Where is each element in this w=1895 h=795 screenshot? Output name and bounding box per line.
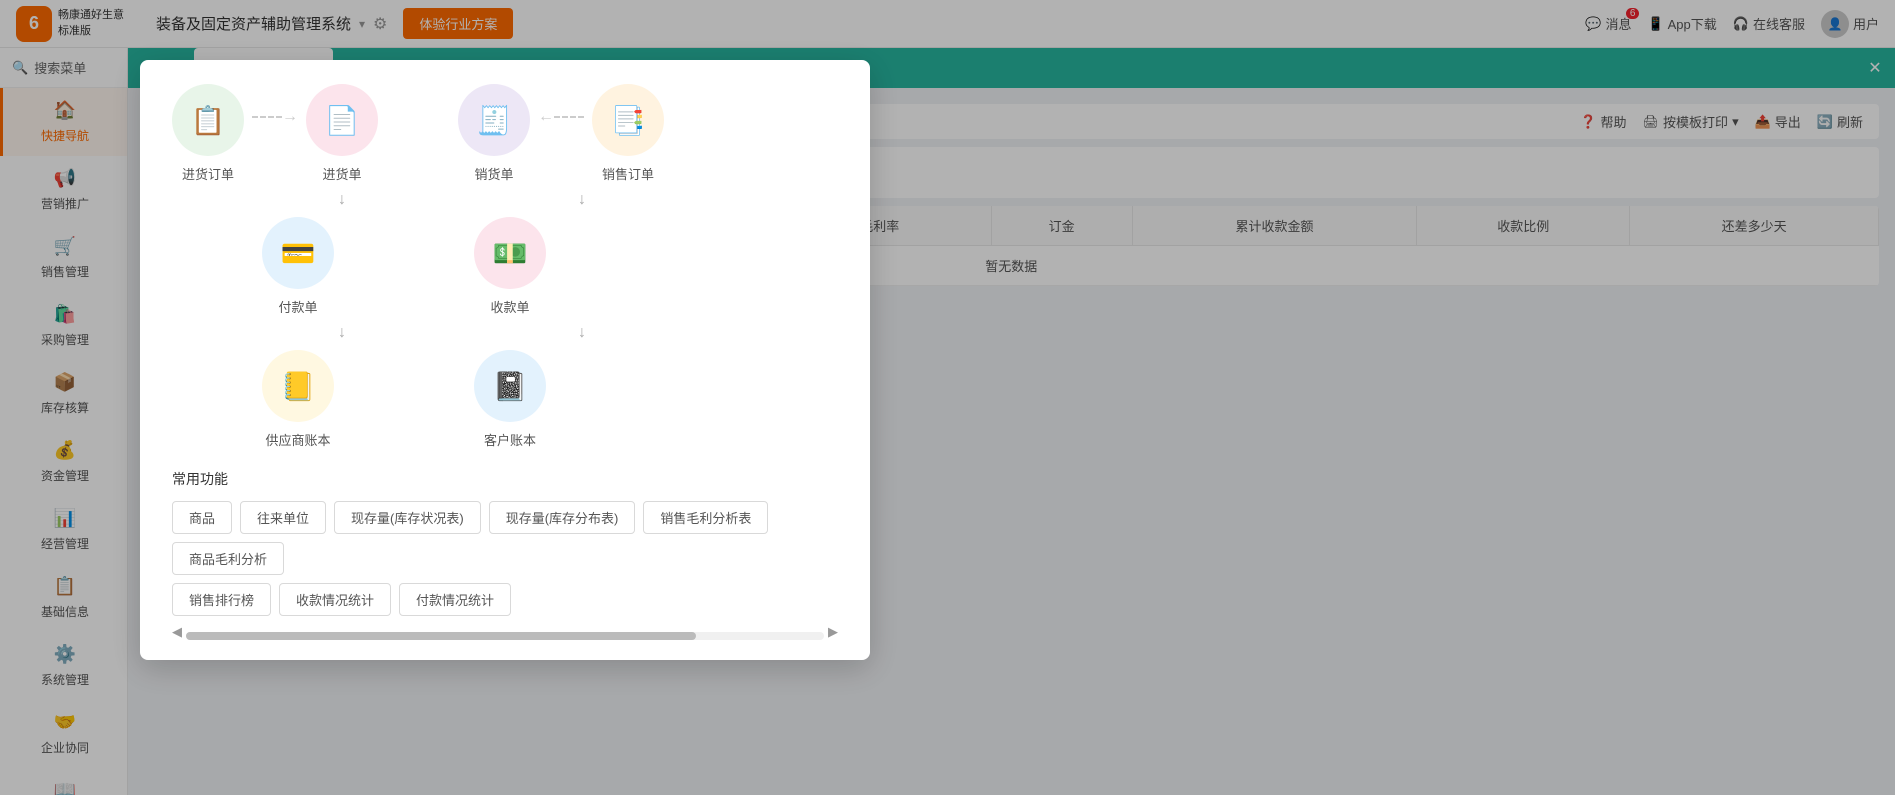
receipt-slip-icon: 💵 (493, 237, 528, 270)
purchase-order-icon: 📋 (191, 104, 226, 137)
modal-box: 📋 进货订单 → 📄 进货单 (140, 60, 870, 660)
flow-node-customer-ledger[interactable]: 📓 客户账本 (474, 350, 546, 449)
customer-ledger-label: 客户账本 (484, 430, 536, 449)
purchase-slip-icon: 📄 (325, 104, 360, 137)
supplier-ledger-label: 供应商账本 (265, 430, 330, 449)
common-btn-stock-status[interactable]: 现存量(库存状况表) (334, 501, 481, 534)
purchase-order-label: 进货订单 (182, 164, 234, 183)
supplier-ledger-icon: 📒 (281, 370, 316, 403)
flow-node-supplier-ledger[interactable]: 📒 供应商账本 (262, 350, 334, 449)
purchase-order-circle: 📋 (172, 84, 244, 156)
flow-node-payment-slip[interactable]: 💳 付款单 (262, 217, 334, 316)
common-btn-goods[interactable]: 商品 (172, 501, 232, 534)
scroll-left-arrow[interactable]: ◀ (172, 624, 182, 640)
sales-order-label: 销售订单 (602, 164, 654, 183)
common-btn-contacts[interactable]: 往来单位 (240, 501, 326, 534)
payment-slip-icon: 💳 (281, 237, 316, 270)
flow-node-purchase-slip[interactable]: 📄 进货单 (306, 84, 378, 183)
arrow-po-to-ps: → (252, 84, 298, 126)
customer-ledger-circle: 📓 (474, 350, 546, 422)
scrollbar-thumb (186, 632, 696, 640)
flow-node-receipt-slip[interactable]: 💵 收款单 (474, 217, 546, 316)
common-btns-row1: 商品 往来单位 现存量(库存状况表) 现存量(库存分布表) 销售毛利分析表 商品… (172, 501, 838, 575)
modal-scrollbar[interactable] (186, 632, 824, 640)
flow-diagram: 📋 进货订单 → 📄 进货单 (172, 84, 838, 449)
customer-ledger-icon: 📓 (493, 370, 528, 403)
receipt-slip-label: 收款单 (490, 297, 529, 316)
common-btns-row2: 销售排行榜 收款情况统计 付款情况统计 (172, 583, 838, 616)
scroll-right-arrow[interactable]: ▶ (828, 624, 838, 640)
sales-slip-circle: 🧾 (458, 84, 530, 156)
common-btn-sales-rank[interactable]: 销售排行榜 (172, 583, 271, 616)
supplier-ledger-circle: 📒 (262, 350, 334, 422)
payment-slip-label: 付款单 (278, 297, 317, 316)
sales-slip-icon: 🧾 (477, 104, 512, 137)
common-btn-goods-profit[interactable]: 商品毛利分析 (172, 542, 284, 575)
sales-slip-label: 销货单 (474, 164, 513, 183)
common-btn-receipt-stat[interactable]: 收款情况统计 (279, 583, 391, 616)
modal-overlay[interactable]: 📋 进货订单 → 📄 进货单 (0, 0, 1895, 795)
arrow-so-to-ss: ← (538, 84, 584, 126)
common-btn-stock-dist[interactable]: 现存量(库存分布表) (489, 501, 636, 534)
flow-node-sales-slip[interactable]: 🧾 销货单 (458, 84, 530, 183)
purchase-slip-label: 进货单 (322, 164, 361, 183)
sales-order-circle: 📑 (592, 84, 664, 156)
receipt-slip-circle: 💵 (474, 217, 546, 289)
arrow-down-ps: ↓ (302, 191, 382, 209)
common-functions-section: 常用功能 商品 往来单位 现存量(库存状况表) 现存量(库存分布表) 销售毛利分… (172, 469, 838, 616)
common-btn-sales-profit[interactable]: 销售毛利分析表 (643, 501, 768, 534)
modal-scrollbar-row: ◀ ▶ (172, 624, 838, 640)
arrow-down-payment: ↓ (302, 324, 382, 342)
flow-node-sales-order[interactable]: 📑 销售订单 (592, 84, 664, 183)
common-functions-title: 常用功能 (172, 469, 838, 489)
arrow-down-receipt: ↓ (542, 324, 622, 342)
app-wrapper: 6 畅康通好生意 标准版 装备及固定资产辅助管理系统 ▾ ⚙ 体验行业方案 💬 … (0, 0, 1895, 795)
flow-node-purchase-order[interactable]: 📋 进货订单 (172, 84, 244, 183)
sales-order-icon: 📑 (611, 104, 646, 137)
purchase-slip-circle: 📄 (306, 84, 378, 156)
arrow-down-ss: ↓ (542, 191, 622, 209)
payment-slip-circle: 💳 (262, 217, 334, 289)
common-btn-payment-stat[interactable]: 付款情况统计 (399, 583, 511, 616)
